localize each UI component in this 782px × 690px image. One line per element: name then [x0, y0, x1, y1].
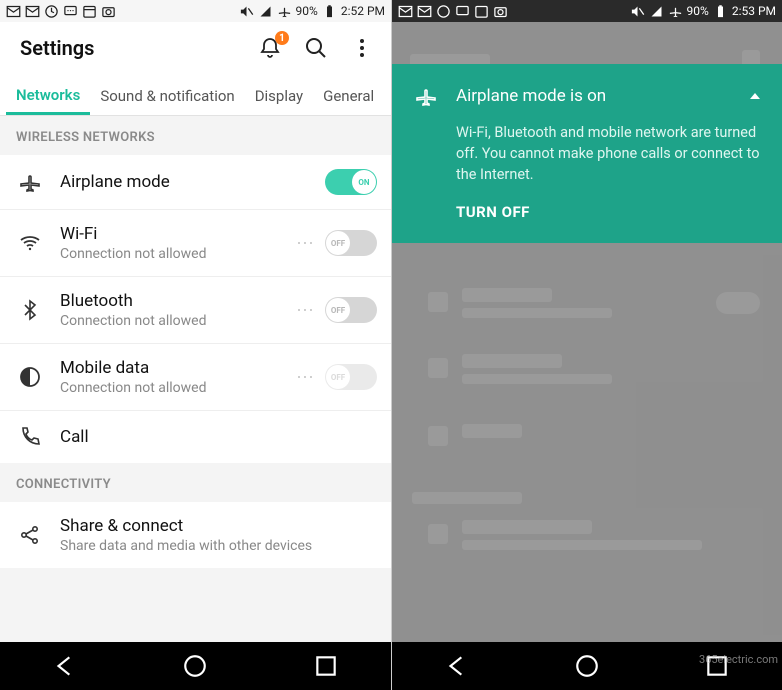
row-title: Wi-Fi [60, 224, 278, 244]
camera-icon [101, 4, 116, 19]
phone-left: 90% 2:52 PM Settings 1 Networks Sound & … [0, 0, 391, 690]
gmail-icon [6, 4, 21, 19]
tab-display[interactable]: Display [245, 77, 313, 115]
notifications-badge: 1 [275, 31, 289, 45]
battery-icon [713, 4, 728, 19]
row-subtitle: Connection not allowed [60, 313, 278, 329]
share-icon [18, 523, 42, 547]
row-wifi[interactable]: Wi-Fi Connection not allowed ⋯ OFF [0, 209, 391, 276]
back-button[interactable] [444, 653, 470, 679]
home-button[interactable] [182, 653, 208, 679]
mail-icon [25, 4, 40, 19]
status-bar: 90% 2:53 PM [392, 0, 782, 22]
row-call[interactable]: Call [0, 410, 391, 463]
navigation-bar [0, 642, 391, 690]
status-icons-right: 90% 2:53 PM [630, 4, 776, 19]
row-title: Airplane mode [60, 172, 307, 192]
calendar-icon [474, 4, 489, 19]
navigation-bar [392, 642, 782, 690]
tab-sound[interactable]: Sound & notification [90, 77, 244, 115]
section-connectivity: CONNECTIVITY [0, 463, 391, 502]
status-icons-right: 90% 2:52 PM [239, 4, 385, 19]
turn-off-button[interactable]: TURN OFF [456, 203, 760, 221]
tab-networks[interactable]: Networks [6, 76, 90, 115]
more-icon[interactable]: ⋯ [296, 300, 315, 321]
mobile-data-toggle: OFF [325, 364, 377, 390]
messaging-icon [63, 4, 78, 19]
phone-icon [18, 425, 42, 449]
row-share-connect[interactable]: Share & connect Share data and media wit… [0, 502, 391, 568]
airplane-toggle[interactable]: ON [325, 169, 377, 195]
sync-icon [44, 4, 59, 19]
battery-icon [322, 4, 337, 19]
messaging-icon [455, 4, 470, 19]
mobile-data-icon [18, 365, 42, 389]
row-subtitle: Connection not allowed [60, 246, 278, 262]
wifi-toggle[interactable]: OFF [325, 230, 377, 256]
phone-right: 90% 2:53 PM Airplane mode is on Wi-Fi, B… [391, 0, 782, 690]
notifications-button[interactable]: 1 [257, 35, 283, 61]
calendar-icon [82, 4, 97, 19]
data-icon [649, 4, 664, 19]
mute-icon [239, 4, 254, 19]
section-wireless: WIRELESS NETWORKS [0, 116, 391, 155]
search-button[interactable] [303, 35, 329, 61]
mail-icon [417, 4, 432, 19]
status-icons-left [398, 4, 508, 19]
row-title: Call [60, 427, 377, 447]
battery-percent: 90% [296, 4, 318, 18]
data-icon [258, 4, 273, 19]
notification-title: Airplane mode is on [456, 86, 732, 106]
row-title: Bluetooth [60, 291, 278, 311]
airplane-icon [414, 84, 438, 108]
battery-percent: 90% [687, 4, 709, 18]
app-bar: Settings 1 [0, 22, 391, 74]
wifi-icon [18, 231, 42, 255]
status-icons-left [6, 4, 116, 19]
row-title: Share & connect [60, 516, 377, 536]
overflow-icon [360, 39, 364, 57]
tab-general[interactable]: General [313, 77, 384, 115]
row-title: Mobile data [60, 358, 278, 378]
page-title: Settings [16, 36, 257, 60]
tabs: Networks Sound & notification Display Ge… [0, 74, 391, 116]
status-time: 2:53 PM [732, 4, 776, 18]
overflow-button[interactable] [349, 35, 375, 61]
camera-icon [493, 4, 508, 19]
home-button[interactable] [574, 653, 600, 679]
bluetooth-icon [18, 298, 42, 322]
settings-content: WIRELESS NETWORKS Airplane mode ON Wi-Fi… [0, 116, 391, 642]
more-icon[interactable]: ⋯ [296, 233, 315, 254]
row-subtitle: Connection not allowed [60, 380, 278, 396]
mute-icon [630, 4, 645, 19]
watermark: 365electric.com [699, 653, 778, 666]
status-bar: 90% 2:52 PM [0, 0, 391, 22]
airplane-notification: Airplane mode is on Wi-Fi, Bluetooth and… [392, 64, 782, 243]
gmail-icon [398, 4, 413, 19]
row-bluetooth[interactable]: Bluetooth Connection not allowed ⋯ OFF [0, 276, 391, 343]
airplane-icon [668, 4, 683, 19]
more-icon[interactable]: ⋯ [296, 367, 315, 388]
bluetooth-toggle[interactable]: OFF [325, 297, 377, 323]
notification-message: Wi-Fi, Bluetooth and mobile network are … [456, 122, 760, 185]
status-time: 2:52 PM [341, 4, 385, 18]
sync-icon [436, 4, 451, 19]
row-mobile-data[interactable]: Mobile data Connection not allowed ⋯ OFF [0, 343, 391, 410]
airplane-icon [18, 170, 42, 194]
collapse-icon[interactable] [750, 93, 760, 99]
airplane-icon [277, 4, 292, 19]
row-airplane[interactable]: Airplane mode ON [0, 155, 391, 209]
recent-button[interactable] [313, 653, 339, 679]
back-button[interactable] [52, 653, 78, 679]
row-subtitle: Share data and media with other devices [60, 538, 377, 554]
